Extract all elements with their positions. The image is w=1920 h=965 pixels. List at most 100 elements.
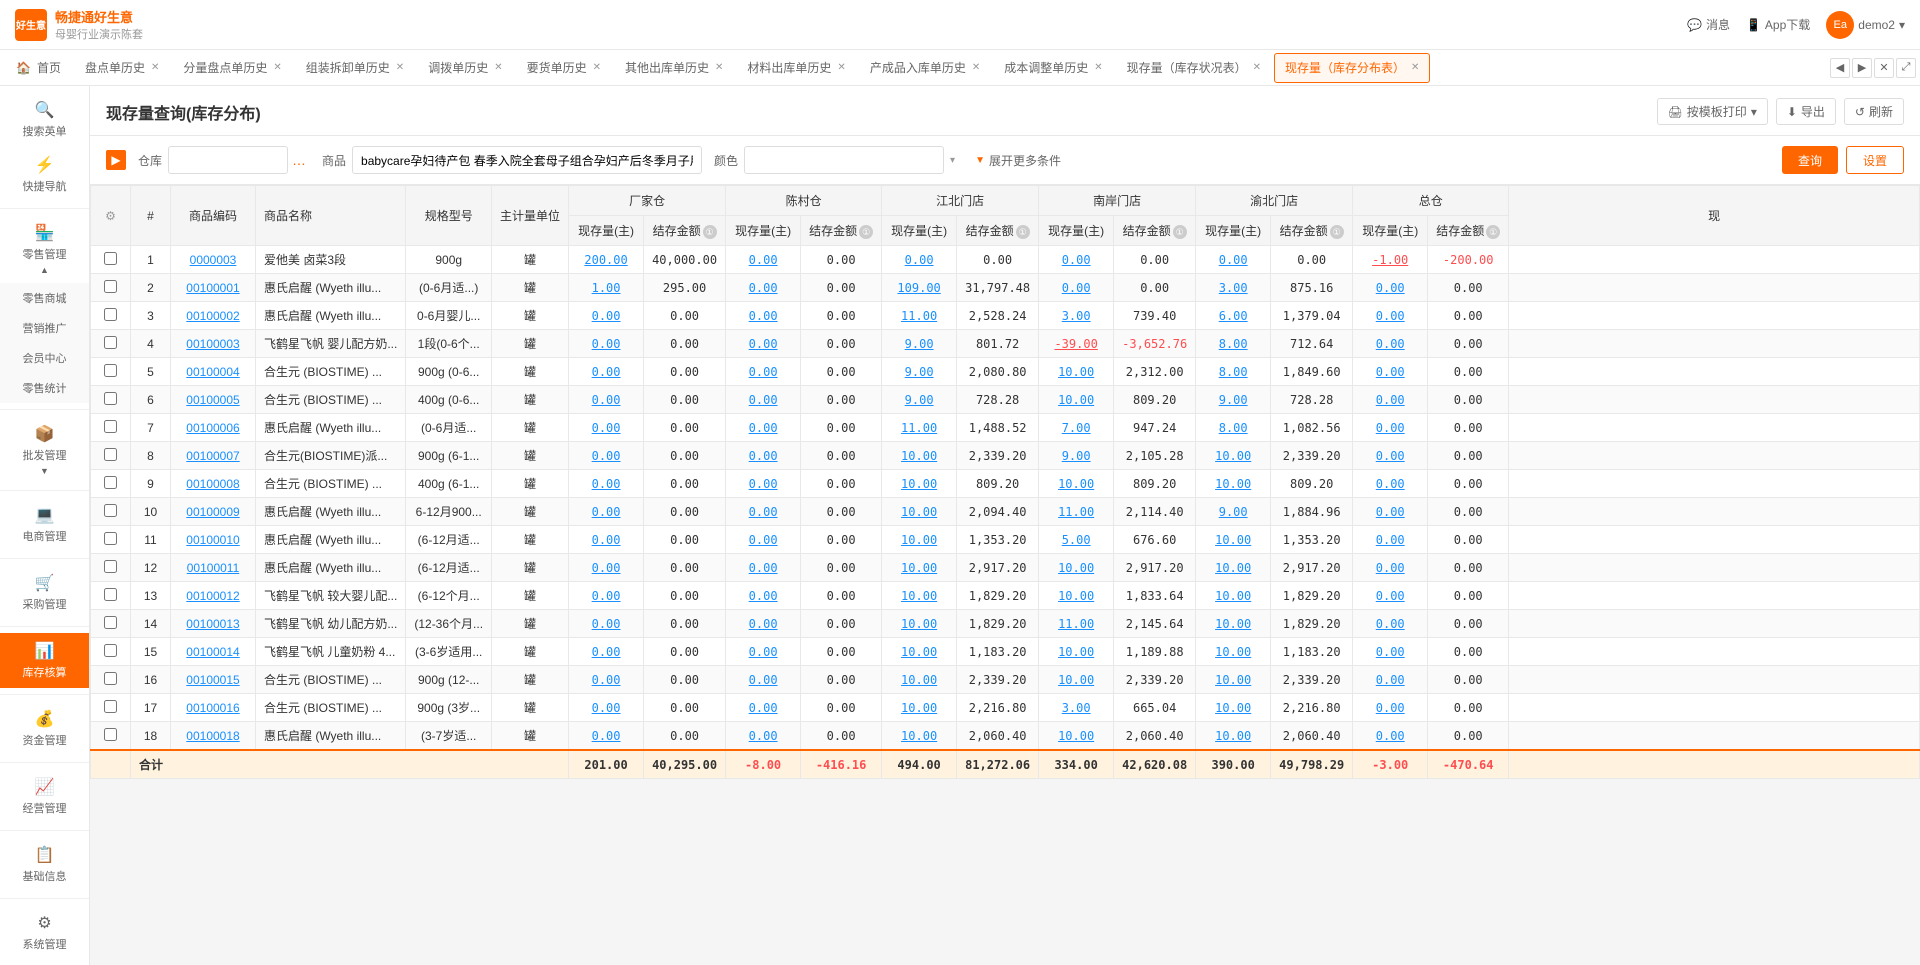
code-link[interactable]: 0000003 [190, 253, 237, 267]
code-link[interactable]: 00100018 [186, 729, 239, 743]
qty-link[interactable]: 10.00 [901, 477, 937, 491]
goods-input[interactable] [352, 146, 702, 174]
qty-link[interactable]: 10.00 [1215, 589, 1251, 603]
tab-product-in[interactable]: 产成品入库单历史 ✕ [859, 53, 991, 83]
row-checkbox[interactable] [104, 280, 117, 293]
close-icon[interactable]: ✕ [1253, 62, 1261, 73]
qty-link[interactable]: 11.00 [901, 309, 937, 323]
row-checkbox[interactable] [104, 672, 117, 685]
cell-checkbox[interactable] [91, 498, 131, 526]
sidebar-item-stock[interactable]: 📊 库存核算 [0, 633, 89, 688]
sidebar-sub-retail-stat[interactable]: 零售统计 [0, 373, 89, 403]
tab-stock-status[interactable]: 现存量（库存状况表） ✕ [1116, 53, 1272, 83]
row-checkbox[interactable] [104, 560, 117, 573]
cell-checkbox[interactable] [91, 722, 131, 751]
color-input[interactable] [744, 146, 944, 174]
qty-link[interactable]: 0.00 [749, 393, 778, 407]
info-icon[interactable]: ① [1016, 225, 1030, 239]
cell-checkbox[interactable] [91, 302, 131, 330]
qty-link[interactable]: 10.00 [1215, 449, 1251, 463]
qty-link[interactable]: 8.00 [1219, 337, 1248, 351]
cell-checkbox[interactable] [91, 526, 131, 554]
close-icon[interactable]: ✕ [715, 62, 723, 73]
close-icon[interactable]: ✕ [1094, 62, 1102, 73]
qty-link[interactable]: 11.00 [1058, 617, 1094, 631]
qty-link[interactable]: 1.00 [592, 281, 621, 295]
code-link[interactable]: 00100014 [186, 645, 239, 659]
qty-link[interactable]: 10.00 [901, 533, 937, 547]
qty-link[interactable]: 3.00 [1062, 701, 1091, 715]
qty-link[interactable]: 0.00 [1062, 253, 1091, 267]
qty-link[interactable]: 0.00 [1376, 449, 1405, 463]
tab-material-out[interactable]: 材料出库单历史 ✕ [736, 53, 856, 83]
qty-link[interactable]: 10.00 [901, 561, 937, 575]
code-link[interactable]: 00100008 [186, 477, 239, 491]
sidebar-item-finance[interactable]: 💰 资金管理 [0, 701, 89, 756]
row-checkbox[interactable] [104, 420, 117, 433]
qty-link[interactable]: 10.00 [1058, 365, 1094, 379]
qty-link[interactable]: 0.00 [592, 449, 621, 463]
code-link[interactable]: 00100007 [186, 449, 239, 463]
code-link[interactable]: 00100006 [186, 421, 239, 435]
info-icon[interactable]: ① [859, 225, 873, 239]
qty-link[interactable]: 11.00 [1058, 505, 1094, 519]
qty-link[interactable]: 0.00 [1376, 365, 1405, 379]
qty-link[interactable]: 0.00 [592, 505, 621, 519]
info-icon[interactable]: ① [1486, 225, 1500, 239]
qty-link[interactable]: 109.00 [897, 281, 940, 295]
code-link[interactable]: 00100002 [186, 309, 239, 323]
qty-link[interactable]: 9.00 [905, 393, 934, 407]
qty-link[interactable]: 0.00 [1376, 701, 1405, 715]
qty-link[interactable]: 10.00 [1058, 589, 1094, 603]
qty-link[interactable]: 0.00 [905, 253, 934, 267]
warehouse-input[interactable] [168, 146, 288, 174]
qty-link[interactable]: 0.00 [1376, 477, 1405, 491]
qty-link[interactable]: 9.00 [1062, 449, 1091, 463]
cell-checkbox[interactable] [91, 386, 131, 414]
qty-link[interactable]: 10.00 [901, 701, 937, 715]
qty-link[interactable]: 0.00 [592, 617, 621, 631]
qty-link[interactable]: 10.00 [1058, 393, 1094, 407]
cell-checkbox[interactable] [91, 554, 131, 582]
qty-link[interactable]: 0.00 [1376, 309, 1405, 323]
cell-checkbox[interactable] [91, 358, 131, 386]
qty-link[interactable]: 10.00 [1215, 673, 1251, 687]
message-btn[interactable]: 💬 消息 [1687, 16, 1730, 33]
qty-link[interactable]: 10.00 [901, 589, 937, 603]
qty-link[interactable]: 0.00 [592, 561, 621, 575]
qty-link[interactable]: 8.00 [1219, 421, 1248, 435]
qty-link[interactable]: 10.00 [1215, 533, 1251, 547]
cell-checkbox[interactable] [91, 694, 131, 722]
qty-link[interactable]: 9.00 [1219, 393, 1248, 407]
row-checkbox[interactable] [104, 252, 117, 265]
qty-link[interactable]: 0.00 [1376, 533, 1405, 547]
nav-next-btn[interactable]: ▶ [1852, 58, 1872, 78]
nav-expand-btn[interactable]: ⤢ [1896, 58, 1916, 78]
row-checkbox[interactable] [104, 588, 117, 601]
qty-link[interactable]: 5.00 [1062, 533, 1091, 547]
qty-link[interactable]: 0.00 [592, 701, 621, 715]
qty-link[interactable]: 0.00 [749, 449, 778, 463]
qty-link[interactable]: 10.00 [1215, 561, 1251, 575]
nav-prev-btn[interactable]: ◀ [1830, 58, 1850, 78]
row-checkbox[interactable] [104, 616, 117, 629]
code-link[interactable]: 00100009 [186, 505, 239, 519]
sidebar-sub-member[interactable]: 会员中心 [0, 343, 89, 373]
close-icon[interactable]: ✕ [273, 62, 281, 73]
sidebar-item-search[interactable]: 🔍 搜索英单 [0, 92, 89, 147]
info-icon[interactable]: ① [1330, 225, 1344, 239]
qty-link[interactable]: 3.00 [1062, 309, 1091, 323]
close-icon[interactable]: ✕ [972, 62, 980, 73]
row-checkbox[interactable] [104, 504, 117, 517]
info-icon[interactable]: ① [1173, 225, 1187, 239]
qty-link[interactable]: 0.00 [749, 337, 778, 351]
qty-link[interactable]: 0.00 [749, 477, 778, 491]
cell-checkbox[interactable] [91, 442, 131, 470]
row-checkbox[interactable] [104, 336, 117, 349]
row-checkbox[interactable] [104, 532, 117, 545]
tab-home[interactable]: 🏠 首页 [5, 53, 72, 83]
qty-link[interactable]: 200.00 [584, 253, 627, 267]
code-link[interactable]: 00100012 [186, 589, 239, 603]
sidebar-item-purchase[interactable]: 🛒 采购管理 [0, 565, 89, 620]
code-link[interactable]: 00100005 [186, 393, 239, 407]
